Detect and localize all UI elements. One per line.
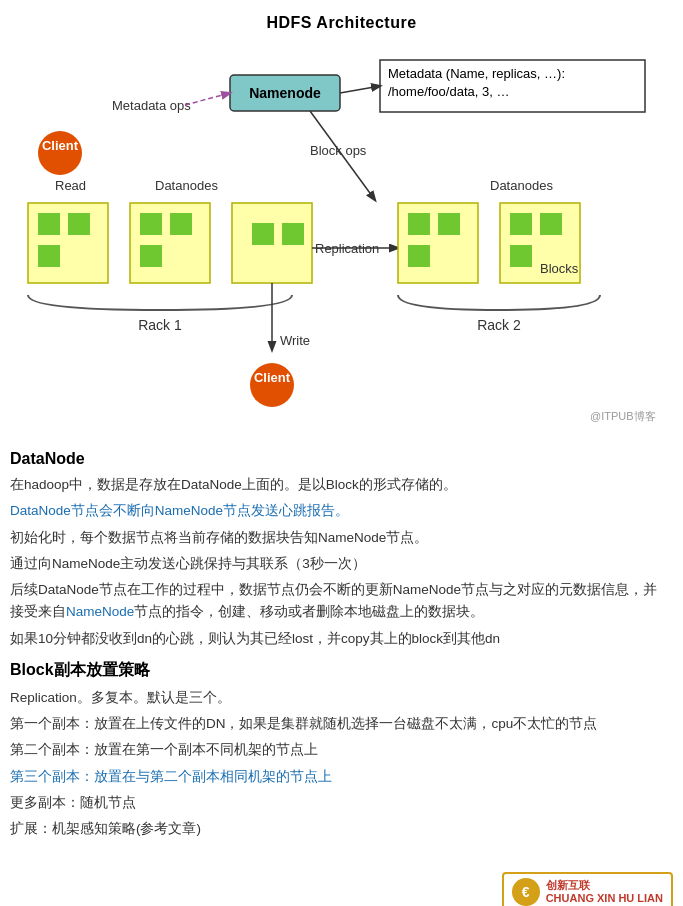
logo-icon: € bbox=[512, 878, 540, 906]
logo-text: 创新互联 CHUANG XIN HU LIAN bbox=[546, 879, 663, 905]
svg-rect-35 bbox=[510, 245, 532, 267]
para-replica2: 第二个副本：放置在第一个副本不同机架的节点上 bbox=[10, 739, 665, 761]
logo-area: € 创新互联 CHUANG XIN HU LIAN bbox=[0, 864, 683, 906]
svg-rect-29 bbox=[408, 213, 430, 235]
svg-line-5 bbox=[340, 86, 380, 93]
content-area: DataNode 在hadoop中，数据是存放在DataNode上面的。是以Bl… bbox=[0, 430, 683, 864]
svg-text:Read: Read bbox=[55, 178, 86, 193]
svg-text:Namenode: Namenode bbox=[249, 85, 321, 101]
para-replica3: 第三个副本：放置在与第二个副本相同机架的节点上 bbox=[10, 766, 665, 788]
para-replication: Replication。多复本。默认是三个。 bbox=[10, 687, 665, 709]
svg-rect-20 bbox=[140, 213, 162, 235]
section1-heading: DataNode bbox=[10, 450, 665, 468]
svg-rect-22 bbox=[140, 245, 162, 267]
para-3: 初始化时，每个数据节点将当前存储的数据块告知NameNode节点。 bbox=[10, 527, 665, 549]
svg-rect-21 bbox=[170, 213, 192, 235]
para-1: 在hadoop中，数据是存放在DataNode上面的。是以Block的形式存储的… bbox=[10, 474, 665, 496]
svg-rect-30 bbox=[438, 213, 460, 235]
para-4: 通过向NameNode主动发送心跳保持与其联系（3秒一次） bbox=[10, 553, 665, 575]
diagram-container: HDFS Architecture Metadata (Name, replic… bbox=[0, 0, 683, 430]
svg-rect-33 bbox=[510, 213, 532, 235]
svg-text:Metadata ops: Metadata ops bbox=[112, 98, 191, 113]
svg-text:Datanodes: Datanodes bbox=[155, 178, 218, 193]
logo-line2: CHUANG XIN HU LIAN bbox=[546, 892, 663, 905]
para-more: 更多副本：随机节点 bbox=[10, 792, 665, 814]
svg-rect-31 bbox=[408, 245, 430, 267]
para-extend: 扩展：机架感知策略(参考文章) bbox=[10, 818, 665, 840]
para-5: 后续DataNode节点在工作的过程中，数据节点仍会不断的更新NameNode节… bbox=[10, 579, 665, 624]
svg-text:Write: Write bbox=[280, 333, 310, 348]
svg-text:Client: Client bbox=[42, 138, 79, 153]
logo-box: € 创新互联 CHUANG XIN HU LIAN bbox=[502, 872, 673, 906]
svg-text:@ITPUB博客: @ITPUB博客 bbox=[590, 410, 656, 422]
svg-text:Metadata (Name, replicas, …):: Metadata (Name, replicas, …): bbox=[388, 66, 565, 81]
svg-text:Datanodes: Datanodes bbox=[490, 178, 553, 193]
section2-heading: Block副本放置策略 bbox=[10, 660, 665, 681]
svg-rect-34 bbox=[540, 213, 562, 235]
svg-text:Rack 1: Rack 1 bbox=[138, 317, 182, 333]
hdfs-diagram: Metadata (Name, replicas, …): /home/foo/… bbox=[0, 0, 683, 430]
para-6: 如果10分钟都没收到dn的心跳，则认为其已经lost，并copy其上的block… bbox=[10, 628, 665, 650]
svg-rect-16 bbox=[38, 213, 60, 235]
svg-rect-17 bbox=[68, 213, 90, 235]
para-2: DataNode节点会不断向NameNode节点发送心跳报告。 bbox=[10, 500, 665, 522]
svg-text:Blocks: Blocks bbox=[540, 261, 579, 276]
svg-text:/home/foo/data, 3, …: /home/foo/data, 3, … bbox=[388, 84, 509, 99]
svg-rect-18 bbox=[38, 245, 60, 267]
svg-text:Client: Client bbox=[254, 370, 291, 385]
svg-line-7 bbox=[185, 93, 230, 105]
svg-rect-24 bbox=[252, 223, 274, 245]
para-replica1: 第一个副本：放置在上传文件的DN，如果是集群就随机选择一台磁盘不太满，cpu不太… bbox=[10, 713, 665, 735]
svg-rect-25 bbox=[282, 223, 304, 245]
logo-line1: 创新互联 bbox=[546, 879, 663, 892]
svg-text:Rack 2: Rack 2 bbox=[477, 317, 521, 333]
